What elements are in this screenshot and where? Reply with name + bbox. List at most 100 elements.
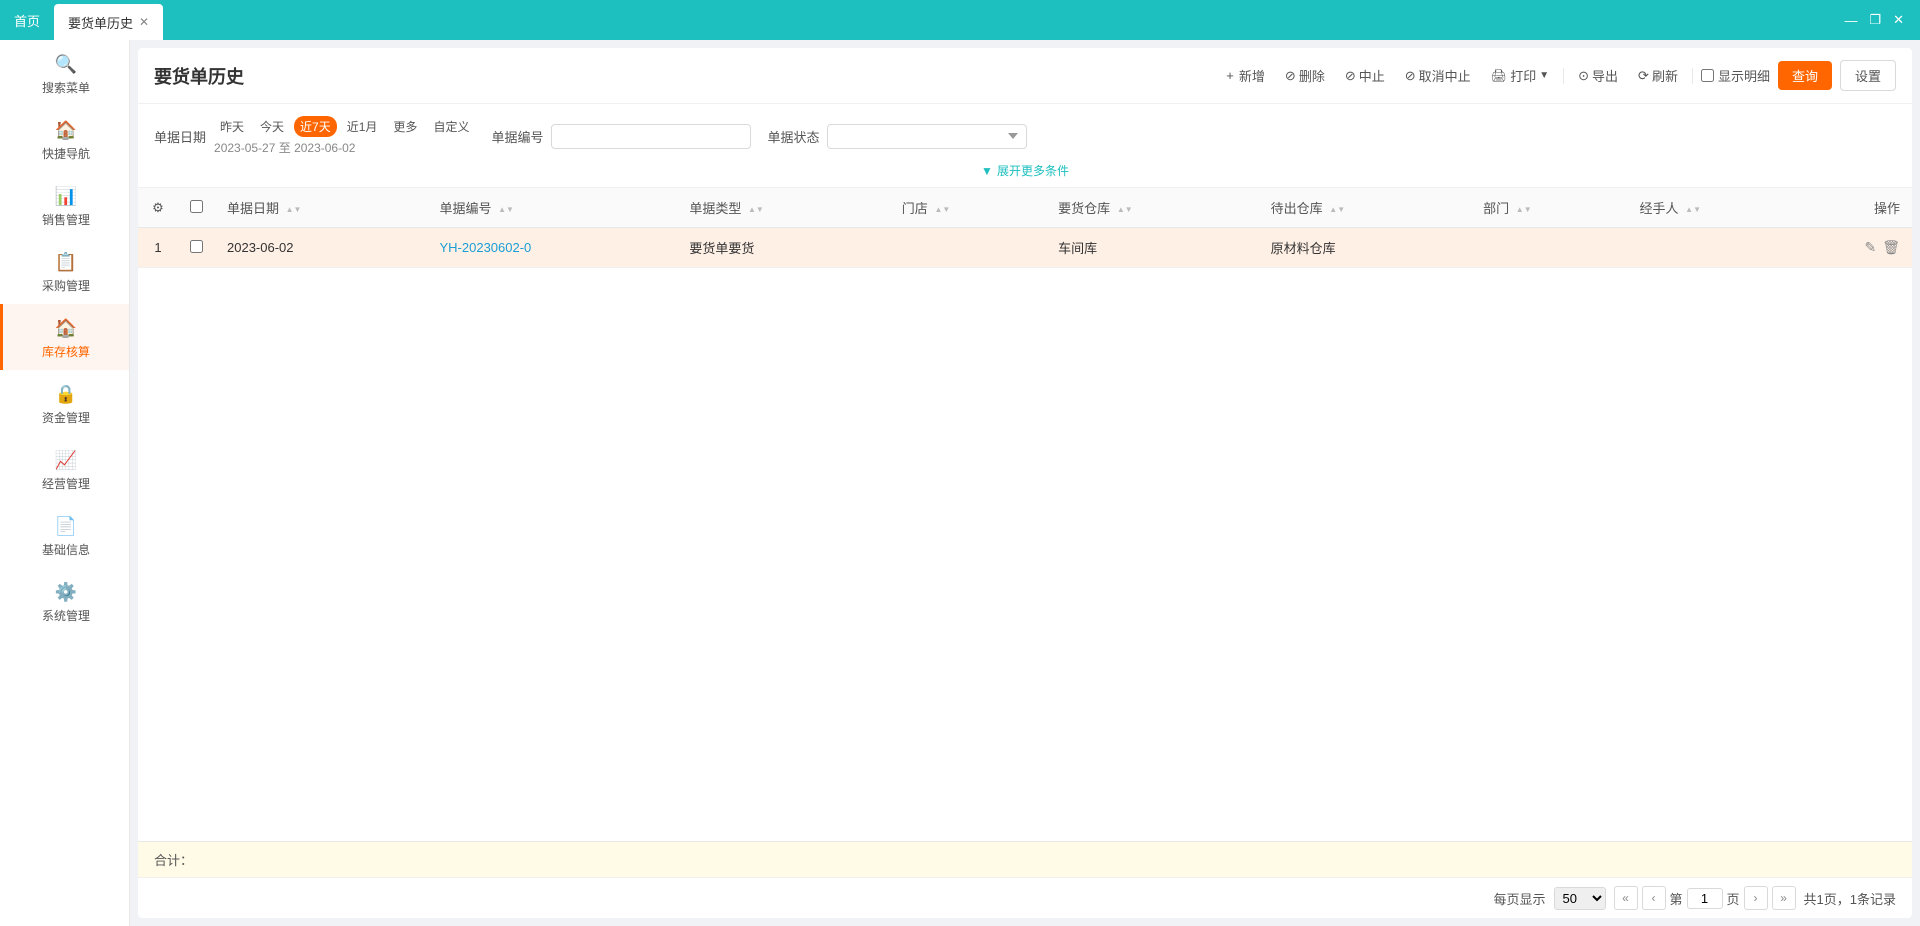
data-table: ⚙ 单据日期 ▲▼ 单据编号 ▲▼	[138, 188, 1912, 268]
doc-type-sort-icon[interactable]: ▲▼	[748, 205, 764, 214]
settings-gear-icon[interactable]: ⚙	[152, 200, 164, 215]
date-sort-icon[interactable]: ▲▼	[286, 205, 302, 214]
sidebar-label-search-menu: 搜索菜单	[42, 79, 90, 96]
th-handler: 经手人 ▲▼	[1628, 188, 1812, 228]
sidebar-item-inventory-calc[interactable]: 🏠 库存核算	[0, 304, 129, 370]
sidebar-item-purchase-mgmt[interactable]: 📋 采购管理	[0, 238, 129, 304]
delete-icon: ⊘	[1285, 68, 1296, 84]
page-input[interactable]	[1687, 888, 1723, 909]
th-req-warehouse-label: 要货仓库	[1058, 201, 1110, 216]
page-suffix: 页	[1727, 889, 1740, 908]
date-filter-label: 单据日期	[154, 127, 206, 146]
stop-icon: ⊘	[1345, 68, 1356, 84]
page-first-btn[interactable]: «	[1614, 886, 1638, 910]
doc-no-input[interactable]	[551, 124, 751, 149]
row-actions: ✎ 🗑	[1824, 239, 1900, 256]
filter-area: 单据日期 昨天 今天 近7天 近1月 更多 自定义 2023-05-27 至 2…	[138, 104, 1912, 188]
minimize-btn[interactable]: —	[1844, 13, 1857, 28]
th-doc-no-label: 单据编号	[439, 201, 491, 216]
expand-more-label: 展开更多条件	[997, 162, 1069, 179]
date-shortcuts: 昨天 今天 近7天 近1月 更多 自定义 2023-05-27 至 2023-0…	[214, 116, 475, 156]
stop-button[interactable]: ⊘ 中止	[1339, 62, 1391, 89]
inventory-calc-icon: 🏠	[55, 318, 77, 339]
td-row-settings: 1	[138, 228, 178, 268]
store-sort-icon[interactable]: ▲▼	[934, 205, 950, 214]
cancel-stop-label: 取消中止	[1419, 66, 1471, 85]
settings-button[interactable]: 设置	[1840, 60, 1896, 91]
close-btn[interactable]: ✕	[1893, 12, 1904, 28]
toolbar-divider-2	[1692, 68, 1693, 84]
status-label: 单据状态	[767, 127, 819, 146]
sidebar-label-sales-mgmt: 销售管理	[42, 211, 90, 228]
new-button[interactable]: + 新增	[1220, 62, 1271, 89]
system-mgmt-icon: ⚙️	[55, 582, 77, 603]
th-department: 部门 ▲▼	[1471, 188, 1627, 228]
row-edit-icon[interactable]: ✎	[1864, 239, 1876, 256]
tab-close-icon[interactable]: ✕	[139, 15, 149, 29]
main-layout: 🔍 搜索菜单 🏠 快捷导航 📊 销售管理 📋 采购管理 🏠 库存核算 🔒 资金管…	[0, 40, 1920, 926]
th-doc-type-label: 单据类型	[689, 201, 741, 216]
restore-btn[interactable]: ❐	[1869, 12, 1881, 28]
tab-requisition-history[interactable]: 要货单历史 ✕	[54, 4, 163, 40]
footer-summary-label: 合计：	[154, 853, 193, 868]
th-handler-label: 经手人	[1640, 201, 1679, 216]
date-btn-yesterday[interactable]: 昨天	[214, 116, 250, 137]
page-last-btn[interactable]: »	[1772, 886, 1796, 910]
page-header: 要货单历史 + 新增 ⊘ 删除 ⊘ 中止 ⊘ 取消中止	[138, 48, 1912, 104]
row-delete-icon[interactable]: 🗑	[1882, 239, 1900, 256]
target-warehouse-sort-icon[interactable]: ▲▼	[1329, 205, 1345, 214]
sidebar-item-system-mgmt[interactable]: ⚙️ 系统管理	[0, 568, 129, 634]
expand-chevron-icon: ▼	[981, 164, 993, 178]
export-icon: ⊙	[1578, 68, 1589, 84]
sidebar-item-finance-mgmt[interactable]: 🔒 资金管理	[0, 370, 129, 436]
sidebar-item-operation-mgmt[interactable]: 📈 经营管理	[0, 436, 129, 502]
topbar-right: — ❐ ✕	[1844, 12, 1920, 28]
show-detail-input[interactable]	[1701, 69, 1714, 82]
sidebar-item-quick-nav[interactable]: 🏠 快捷导航	[0, 106, 129, 172]
print-button[interactable]: 🖨 打印 ▼	[1485, 62, 1555, 89]
tab-home[interactable]: 首页	[0, 0, 54, 40]
sidebar-item-basic-info[interactable]: 📄 基础信息	[0, 502, 129, 568]
date-btn-more[interactable]: 更多	[387, 116, 423, 137]
row-doc-type: 要货单要货	[689, 241, 754, 256]
per-page-select[interactable]: 50 10 20 100	[1554, 887, 1606, 910]
sidebar-item-sales-mgmt[interactable]: 📊 销售管理	[0, 172, 129, 238]
date-btn-7days[interactable]: 近7天	[294, 116, 337, 137]
sidebar-item-search-menu[interactable]: 🔍 搜索菜单	[0, 40, 129, 106]
print-icon: 🖨	[1491, 68, 1508, 84]
query-button[interactable]: 查询	[1778, 61, 1832, 90]
sidebar: 🔍 搜索菜单 🏠 快捷导航 📊 销售管理 📋 采购管理 🏠 库存核算 🔒 资金管…	[0, 40, 130, 926]
doc-no-sort-icon[interactable]: ▲▼	[498, 205, 514, 214]
handler-sort-icon[interactable]: ▲▼	[1685, 205, 1701, 214]
stop-label: 中止	[1359, 66, 1385, 85]
delete-button[interactable]: ⊘ 删除	[1279, 62, 1331, 89]
date-btn-1month[interactable]: 近1月	[341, 116, 384, 137]
cancel-stop-icon: ⊘	[1405, 68, 1416, 84]
refresh-button[interactable]: ⟳ 刷新	[1632, 62, 1684, 89]
export-button[interactable]: ⊙ 导出	[1572, 62, 1624, 89]
row-checkbox[interactable]	[190, 240, 203, 253]
row-doc-no-link[interactable]: YH-20230602-0	[439, 240, 531, 255]
td-actions: ✎ 🗑	[1812, 228, 1912, 268]
show-detail-checkbox[interactable]: 显示明细	[1701, 66, 1770, 85]
page-next-btn[interactable]: ›	[1744, 886, 1768, 910]
table-row[interactable]: 1 2023-06-02 YH-20230602-0 要货单要货	[138, 228, 1912, 268]
expand-more-btn[interactable]: ▼ 展开更多条件	[154, 162, 1896, 179]
req-warehouse-sort-icon[interactable]: ▲▼	[1117, 205, 1133, 214]
th-req-warehouse: 要货仓库 ▲▼	[1046, 188, 1258, 228]
pagination-bar: 每页显示 50 10 20 100 « ‹ 第 页 › » 共1页，1条记录	[138, 877, 1912, 918]
status-select[interactable]	[827, 124, 1027, 149]
page-prev-btn[interactable]: ‹	[1642, 886, 1666, 910]
department-sort-icon[interactable]: ▲▼	[1516, 205, 1532, 214]
date-btn-today[interactable]: 今天	[254, 116, 290, 137]
date-btn-custom[interactable]: 自定义	[427, 116, 475, 137]
page-label: 第	[1670, 889, 1683, 908]
sidebar-label-purchase-mgmt: 采购管理	[42, 277, 90, 294]
th-date-label: 单据日期	[227, 201, 279, 216]
new-label: 新增	[1239, 66, 1265, 85]
table-body: 1 2023-06-02 YH-20230602-0 要货单要货	[138, 228, 1912, 268]
cancel-stop-button[interactable]: ⊘ 取消中止	[1399, 62, 1477, 89]
select-all-checkbox[interactable]	[190, 200, 203, 213]
th-doc-no: 单据编号 ▲▼	[427, 188, 677, 228]
td-date: 2023-06-02	[215, 228, 427, 268]
